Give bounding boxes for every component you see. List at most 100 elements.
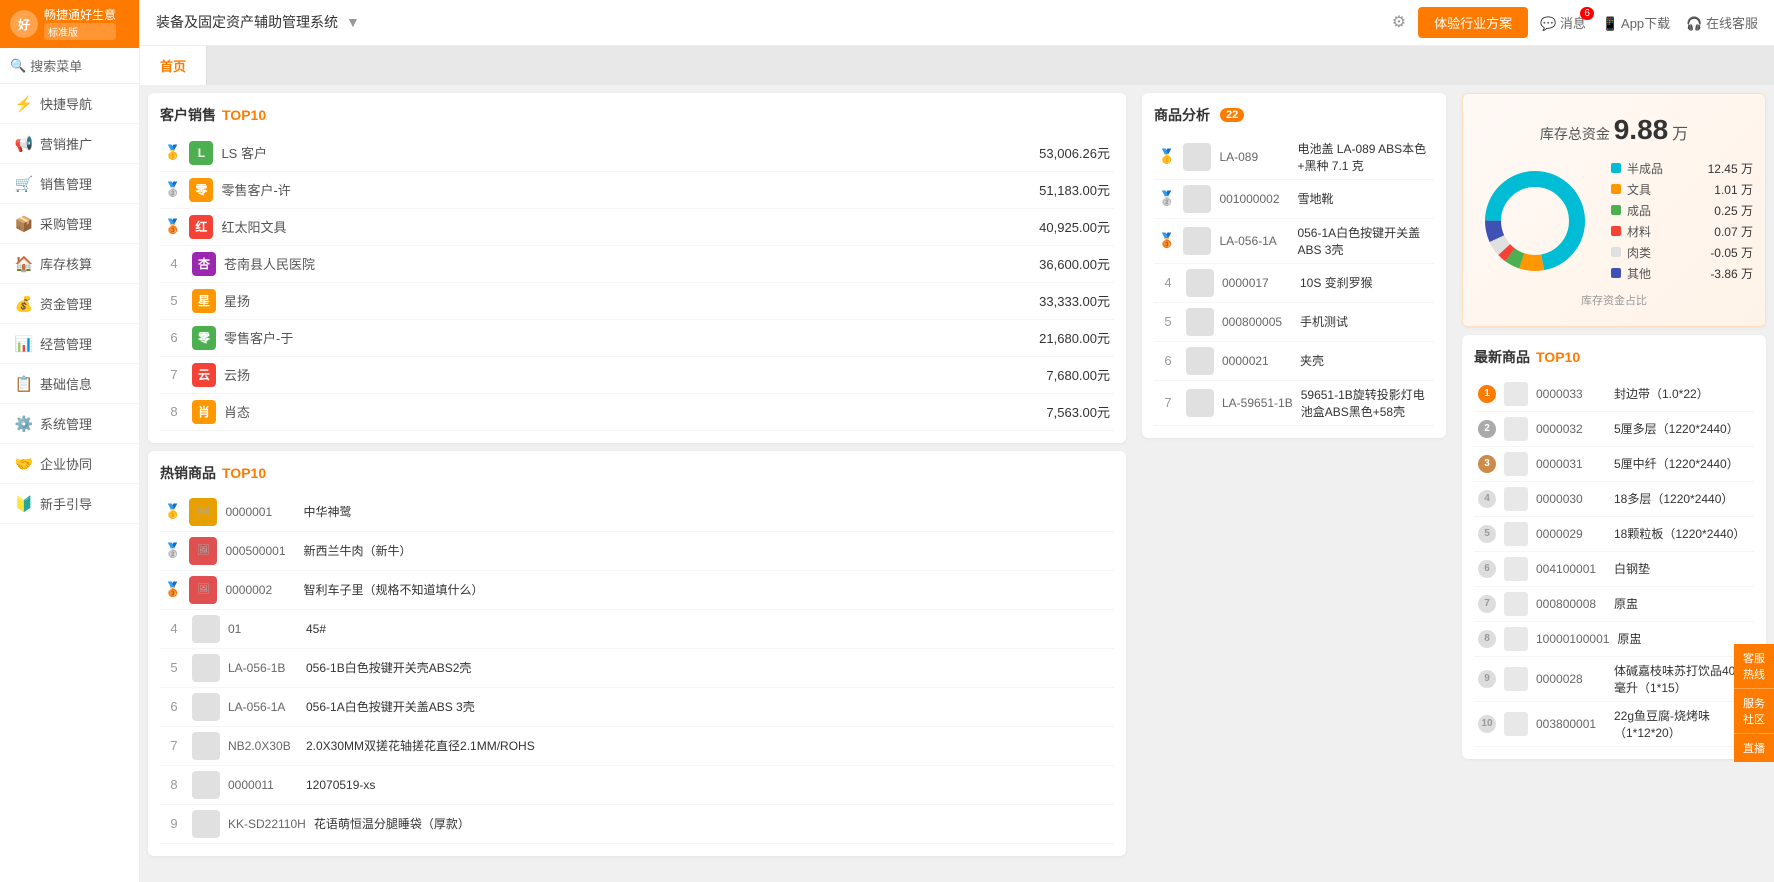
donut-container: 半成品 12.45 万 文具 1.01 万 成品 0.25 万 材料 0.07 … <box>1475 150 1753 292</box>
sidebar-item-guide[interactable]: 🔰 新手引导 <box>0 484 139 524</box>
customer-title-text: 客户销售 <box>160 105 216 125</box>
legend-item: 文具 1.01 万 <box>1611 179 1753 200</box>
float-btn-live[interactable]: 直播 <box>1734 734 1774 762</box>
new-product-name: 白钢垫 <box>1614 560 1750 577</box>
product-analysis-title: 商品分析 22 <box>1154 105 1434 125</box>
sidebar-item-finance[interactable]: 💰 资金管理 <box>0 284 139 324</box>
product-analysis-card: 商品分析 22 🥇 LA-089 电池盖 LA-089 ABS本色+黑种 7.1… <box>1142 93 1446 438</box>
legend-label: 半成品 <box>1627 160 1702 177</box>
customer-avatar: 肖 <box>192 400 216 424</box>
customer-rank-table: 🥇 L LS 客户 53,006.26元 🥈 零 零售客户-许 51,183.0… <box>160 135 1114 431</box>
new-rank-icon: 6 <box>1478 560 1496 578</box>
nav-label-marketing: 营销推广 <box>40 134 92 153</box>
product-analysis-name: 雪地靴 <box>1297 190 1430 207</box>
legend-list: 半成品 12.45 万 文具 1.01 万 成品 0.25 万 材料 0.07 … <box>1611 158 1753 284</box>
new-product-code: 0000029 <box>1536 527 1606 541</box>
product-analysis-row: 🥈 001000002 雪地靴 <box>1154 180 1434 219</box>
new-product-row: 5 0000029 18颗粒板（1220*2440） <box>1474 517 1754 552</box>
new-product-name: 5厘中纤（1220*2440） <box>1614 455 1750 472</box>
product-analysis-img <box>1186 389 1214 417</box>
customer-rank-row: 🥉 红 红太阳文具 40,925.00元 <box>160 209 1114 246</box>
sidebar-item-inventory[interactable]: 🏠 库存核算 <box>0 244 139 284</box>
inventory-title: 库存总资金 <box>1540 126 1610 142</box>
search-menu-label: 搜索菜单 <box>30 56 82 75</box>
customer-amount: 7,680.00元 <box>1046 365 1110 384</box>
sidebar-item-purchase[interactable]: 📦 采购管理 <box>0 204 139 244</box>
new-product-img <box>1504 557 1528 581</box>
product-name: 智利车子里（规格不知道填什么） <box>303 581 1110 598</box>
product-analysis-img <box>1183 185 1211 213</box>
new-product-name: 5厘多层（1220*2440） <box>1614 420 1750 437</box>
new-product-code: 0000032 <box>1536 422 1606 436</box>
product-name: 056-1A白色按键开关盖ABS 3壳 <box>306 698 1110 715</box>
product-analysis-row: 7 LA-59651-1B 59651-1B旋转投影灯电池盒ABS黑色+58壳 <box>1154 381 1434 426</box>
product-thumbnail <box>192 771 220 799</box>
online-service-link[interactable]: 🎧 在线客服 <box>1686 13 1758 32</box>
product-thumbnail <box>192 615 220 643</box>
product-code: 01 <box>228 622 298 636</box>
customer-avatar: 星 <box>192 289 216 313</box>
sidebar-item-system[interactable]: ⚙️ 系统管理 <box>0 404 139 444</box>
float-btn-community[interactable]: 服务社区 <box>1734 689 1774 734</box>
product-code: NB2.0X30B <box>228 739 298 753</box>
sidebar-item-marketing[interactable]: 📢 营销推广 <box>0 124 139 164</box>
customer-avatar: 红 <box>189 215 213 239</box>
hot-products-title-text: 热销商品 <box>160 463 216 483</box>
tab-nav: 首页 <box>140 46 1774 85</box>
hot-product-row: 9 KK-SD22110H 花语萌恒温分腿睡袋（厚款） <box>160 805 1114 844</box>
new-product-img <box>1504 417 1528 441</box>
customer-amount: 51,183.00元 <box>1039 180 1110 199</box>
tab-home[interactable]: 首页 <box>140 46 207 85</box>
inventory-sub-label: 库存资金占比 <box>1475 292 1753 314</box>
app-name: 畅捷通好生意 <box>44 8 116 24</box>
nav-label-quick-nav: 快捷导航 <box>40 94 92 113</box>
product-analysis-code: LA-089 <box>1219 150 1289 164</box>
sidebar-item-sales[interactable]: 🛒 销售管理 <box>0 164 139 204</box>
dropdown-icon[interactable]: ▼ <box>346 14 360 30</box>
customer-top10-label: TOP10 <box>222 107 266 123</box>
product-code: LA-056-1A <box>228 700 298 714</box>
new-rank-icon: 2 <box>1478 420 1496 438</box>
product-thumbnail <box>192 693 220 721</box>
dashboard-content: 客户销售 TOP10 🥇 L LS 客户 53,006.26元 🥈 零 零售客户… <box>140 85 1774 882</box>
hot-product-row: 🥈 🖼 000500001 新西兰牛肉（新牛） <box>160 532 1114 571</box>
sidebar-item-corp[interactable]: 🤝 企业协同 <box>0 444 139 484</box>
legend-value: 0.25 万 <box>1714 202 1753 219</box>
new-rank-icon: 1 <box>1478 385 1496 403</box>
legend-dot <box>1611 205 1621 215</box>
settings-icon[interactable]: ⚙ <box>1392 12 1406 32</box>
legend-dot <box>1611 226 1621 236</box>
new-rank-icon: 4 <box>1478 490 1496 508</box>
app-version: 标准版 <box>44 23 116 40</box>
product-thumbnail: 🖼 <box>189 537 217 565</box>
new-product-img <box>1504 627 1528 651</box>
trial-button[interactable]: 体验行业方案 <box>1418 7 1528 38</box>
legend-dot <box>1611 184 1621 194</box>
legend-value: 1.01 万 <box>1714 181 1753 198</box>
customer-amount: 7,563.00元 <box>1046 402 1110 421</box>
new-product-code: 10000100001 <box>1536 632 1609 646</box>
sidebar-item-quick-nav[interactable]: ⚡ 快捷导航 <box>0 84 139 124</box>
float-btn-service[interactable]: 客服热线 <box>1734 644 1774 689</box>
customer-amount: 53,006.26元 <box>1039 143 1110 162</box>
search-menu-item[interactable]: 🔍 搜索菜单 <box>0 48 139 84</box>
product-thumbnail: 🖼 <box>189 498 217 526</box>
sidebar-item-basic[interactable]: 📋 基础信息 <box>0 364 139 404</box>
new-product-img <box>1504 522 1528 546</box>
customer-name: 零售客户-于 <box>224 328 1031 347</box>
customer-ranking-title: 客户销售 TOP10 <box>160 105 1114 125</box>
customer-avatar: 杏 <box>192 252 216 276</box>
product-analysis-code: 0000017 <box>1222 276 1292 290</box>
mid-panel: 客户销售 TOP10 🥇 L LS 客户 53,006.26元 🥈 零 零售客户… <box>140 85 1134 864</box>
new-rank-icon: 7 <box>1478 595 1496 613</box>
phone-icon: 📱 <box>1602 16 1618 31</box>
new-product-row: 7 000800008 原盅 <box>1474 587 1754 622</box>
inventory-card: 库存总资金 9.88 万 半成 <box>1462 93 1766 327</box>
product-code: KK-SD22110H <box>228 817 306 831</box>
product-name: 中华神鹭 <box>303 503 1110 520</box>
sidebar-item-operation[interactable]: 📊 经营管理 <box>0 324 139 364</box>
message-badge-item[interactable]: 💬 6 消息 <box>1540 13 1586 32</box>
app-download-link[interactable]: 📱 App下载 <box>1602 13 1670 32</box>
new-products-top10-label: TOP10 <box>1536 349 1580 365</box>
dashboard-grid: 客户销售 TOP10 🥇 L LS 客户 53,006.26元 🥈 零 零售客户… <box>140 85 1774 864</box>
